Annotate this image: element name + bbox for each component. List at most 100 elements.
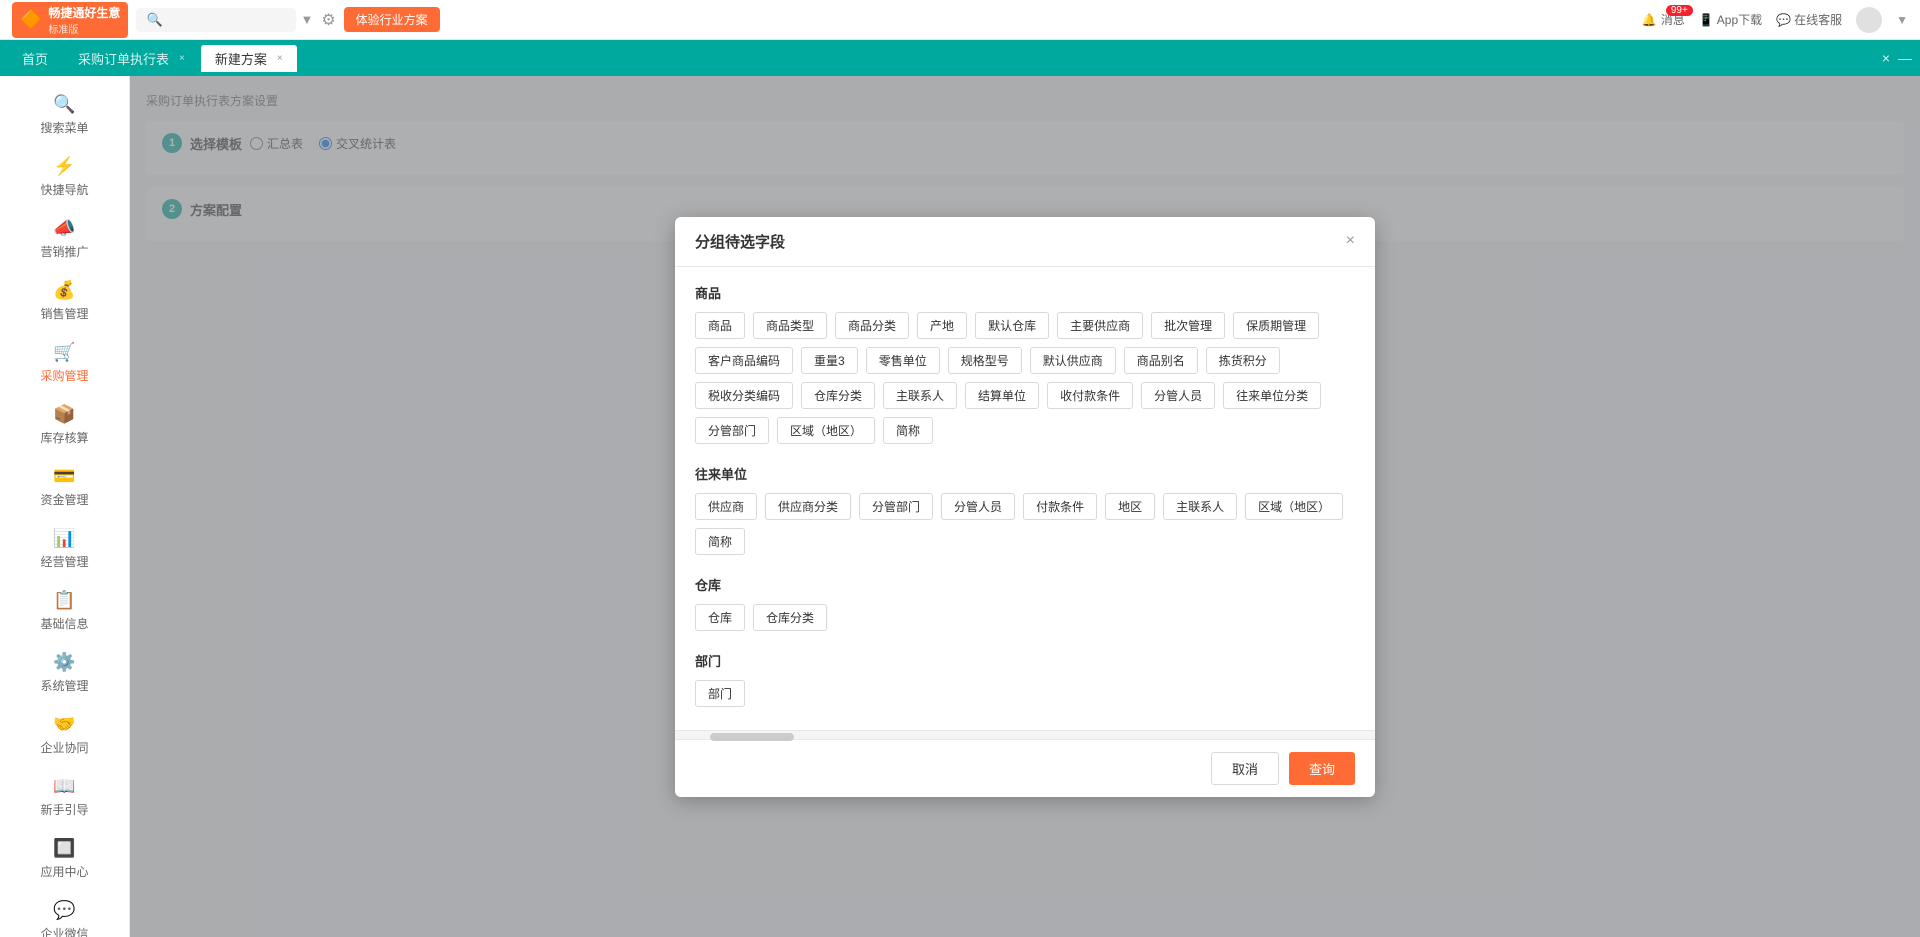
sidebar: 🔍 搜索菜单 ⚡ 快捷导航 📣 营销推广 💰 销售管理 🛒 采购管理 📦 库存核… <box>0 76 130 937</box>
settings-icon[interactable]: ⚙ <box>321 10 335 30</box>
notification-area[interactable]: 🔔 消息 99+ <box>1642 11 1685 28</box>
tab-purchase-list[interactable]: 采购订单执行表 × <box>64 45 199 72</box>
field-tag[interactable]: 收付款条件 <box>1047 382 1133 409</box>
tab-home[interactable]: 首页 <box>8 45 62 72</box>
sidebar-item-inventory[interactable]: 📦 库存核算 <box>0 394 129 456</box>
sidebar-item-system[interactable]: ⚙️ 系统管理 <box>0 642 129 704</box>
sidebar-item-basic-info[interactable]: 📋 基础信息 <box>0 580 129 642</box>
logo-sub: 标准版 <box>48 21 120 36</box>
field-tag[interactable]: 简称 <box>695 528 745 555</box>
field-tag[interactable]: 批次管理 <box>1151 312 1225 339</box>
section-goods: 商品 商品商品类型商品分类产地默认仓库主要供应商批次管理保质期管理客户商品编码重… <box>695 283 1355 444</box>
section-warehouse-title: 仓库 <box>695 575 1355 594</box>
trial-button[interactable]: 体验行业方案 <box>344 7 440 32</box>
field-tag[interactable]: 付款条件 <box>1023 493 1097 520</box>
section-dept-title: 部门 <box>695 651 1355 670</box>
field-tag[interactable]: 产地 <box>917 312 967 339</box>
marketing-icon: 📣 <box>53 218 75 239</box>
cancel-button[interactable]: 取消 <box>1211 752 1279 785</box>
sidebar-item-finance[interactable]: 💳 资金管理 <box>0 456 129 518</box>
tab-new-plan-close-icon[interactable]: × <box>277 53 283 64</box>
window-minimize-btn[interactable]: — <box>1898 50 1912 66</box>
field-tag[interactable]: 结算单位 <box>965 382 1039 409</box>
modal-body: 商品 商品商品类型商品分类产地默认仓库主要供应商批次管理保质期管理客户商品编码重… <box>675 267 1375 731</box>
field-tag[interactable]: 商品类型 <box>753 312 827 339</box>
field-tag[interactable]: 商品 <box>695 312 745 339</box>
search-bar[interactable]: 🔍 <box>136 8 296 32</box>
sidebar-item-wechat[interactable]: 💬 企业微信 <box>0 890 129 937</box>
field-tag[interactable]: 默认供应商 <box>1030 347 1116 374</box>
field-tag[interactable]: 重量3 <box>801 347 858 374</box>
field-tag[interactable]: 地区 <box>1105 493 1155 520</box>
modal-horizontal-scroll[interactable] <box>675 730 1375 738</box>
section-goods-tags: 商品商品类型商品分类产地默认仓库主要供应商批次管理保质期管理客户商品编码重量3 零… <box>695 312 1355 444</box>
field-tag[interactable]: 零售单位 <box>866 347 940 374</box>
header-left: 🔶 畅捷通好生意 标准版 🔍 ▼ ⚙ 体验行业方案 <box>12 2 440 38</box>
field-tag[interactable]: 主要供应商 <box>1057 312 1143 339</box>
field-tag[interactable]: 拣货积分 <box>1206 347 1280 374</box>
confirm-button[interactable]: 查询 <box>1289 752 1355 785</box>
sales-icon: 💰 <box>53 280 75 301</box>
field-tag[interactable]: 客户商品编码 <box>695 347 793 374</box>
section-goods-title: 商品 <box>695 283 1355 302</box>
notification-icon: 🔔 <box>1642 13 1657 27</box>
enterprise-icon: 🤝 <box>53 714 75 735</box>
field-tag[interactable]: 分管部门 <box>695 417 769 444</box>
user-avatar[interactable] <box>1856 7 1882 33</box>
user-dropdown-icon[interactable]: ▼ <box>1896 13 1908 27</box>
sidebar-item-newbie[interactable]: 📖 新手引导 <box>0 766 129 828</box>
search-icon: 🔍 <box>146 12 162 28</box>
main-layout: 🔍 搜索菜单 ⚡ 快捷导航 📣 营销推广 💰 销售管理 🛒 采购管理 📦 库存核… <box>0 76 1920 937</box>
field-tag[interactable]: 规格型号 <box>948 347 1022 374</box>
window-close-btn[interactable]: × <box>1882 50 1890 66</box>
sidebar-item-sales[interactable]: 💰 销售管理 <box>0 270 129 332</box>
field-tag[interactable]: 主联系人 <box>883 382 957 409</box>
app-download-link[interactable]: 📱 App下载 <box>1699 11 1762 28</box>
modal-close-button[interactable]: × <box>1346 232 1355 250</box>
field-tag[interactable]: 供应商分类 <box>765 493 851 520</box>
sidebar-purchase-label: 采购管理 <box>40 367 88 384</box>
sidebar-item-management[interactable]: 📊 经营管理 <box>0 518 129 580</box>
field-tag[interactable]: 仓库分类 <box>753 604 827 631</box>
modal-title: 分组待选字段 <box>695 231 785 252</box>
field-tag[interactable]: 商品别名 <box>1124 347 1198 374</box>
field-tag[interactable]: 区域（地区） <box>777 417 875 444</box>
field-tag[interactable]: 仓库分类 <box>801 382 875 409</box>
app-download-icon: 📱 <box>1699 13 1714 27</box>
tab-new-plan-label: 新建方案 <box>215 49 267 68</box>
search-input[interactable] <box>167 13 287 27</box>
online-service-icon: 💬 <box>1776 13 1791 27</box>
sidebar-item-purchase[interactable]: 🛒 采购管理 <box>0 332 129 394</box>
field-tag[interactable]: 部门 <box>695 680 745 707</box>
logo-icon: 🔶 <box>20 9 42 30</box>
basic-info-icon: 📋 <box>53 590 75 611</box>
sidebar-search-label: 搜索菜单 <box>40 119 88 136</box>
field-tag[interactable]: 简称 <box>883 417 933 444</box>
field-tag[interactable]: 税收分类编码 <box>695 382 793 409</box>
tab-new-plan[interactable]: 新建方案 × <box>201 45 297 72</box>
field-tag[interactable]: 商品分类 <box>835 312 909 339</box>
field-tag[interactable]: 保质期管理 <box>1233 312 1319 339</box>
sidebar-item-marketing[interactable]: 📣 营销推广 <box>0 208 129 270</box>
field-tag[interactable]: 区域（地区） <box>1245 493 1343 520</box>
field-tag[interactable]: 仓库 <box>695 604 745 631</box>
sidebar-finance-label: 资金管理 <box>40 491 88 508</box>
field-tag[interactable]: 默认仓库 <box>975 312 1049 339</box>
online-service-link[interactable]: 💬 在线客服 <box>1776 11 1842 28</box>
modal-footer: 取消 查询 <box>675 739 1375 797</box>
tab-purchase-close-icon[interactable]: × <box>179 53 185 64</box>
field-tag[interactable]: 分管人员 <box>941 493 1015 520</box>
field-tag[interactable]: 供应商 <box>695 493 757 520</box>
field-tag[interactable]: 分管部门 <box>859 493 933 520</box>
field-tag[interactable]: 分管人员 <box>1141 382 1215 409</box>
tab-purchase-label: 采购订单执行表 <box>78 49 169 68</box>
field-tag[interactable]: 往来单位分类 <box>1223 382 1321 409</box>
sidebar-item-app-center[interactable]: 🔲 应用中心 <box>0 828 129 890</box>
sidebar-marketing-label: 营销推广 <box>40 243 88 260</box>
notification-badge-count: 99+ <box>1666 5 1693 16</box>
sidebar-item-quick-nav[interactable]: ⚡ 快捷导航 <box>0 146 129 208</box>
sidebar-item-search[interactable]: 🔍 搜索菜单 <box>0 84 129 146</box>
field-tag[interactable]: 主联系人 <box>1163 493 1237 520</box>
sidebar-item-enterprise[interactable]: 🤝 企业协同 <box>0 704 129 766</box>
sidebar-app-center-label: 应用中心 <box>40 863 88 880</box>
